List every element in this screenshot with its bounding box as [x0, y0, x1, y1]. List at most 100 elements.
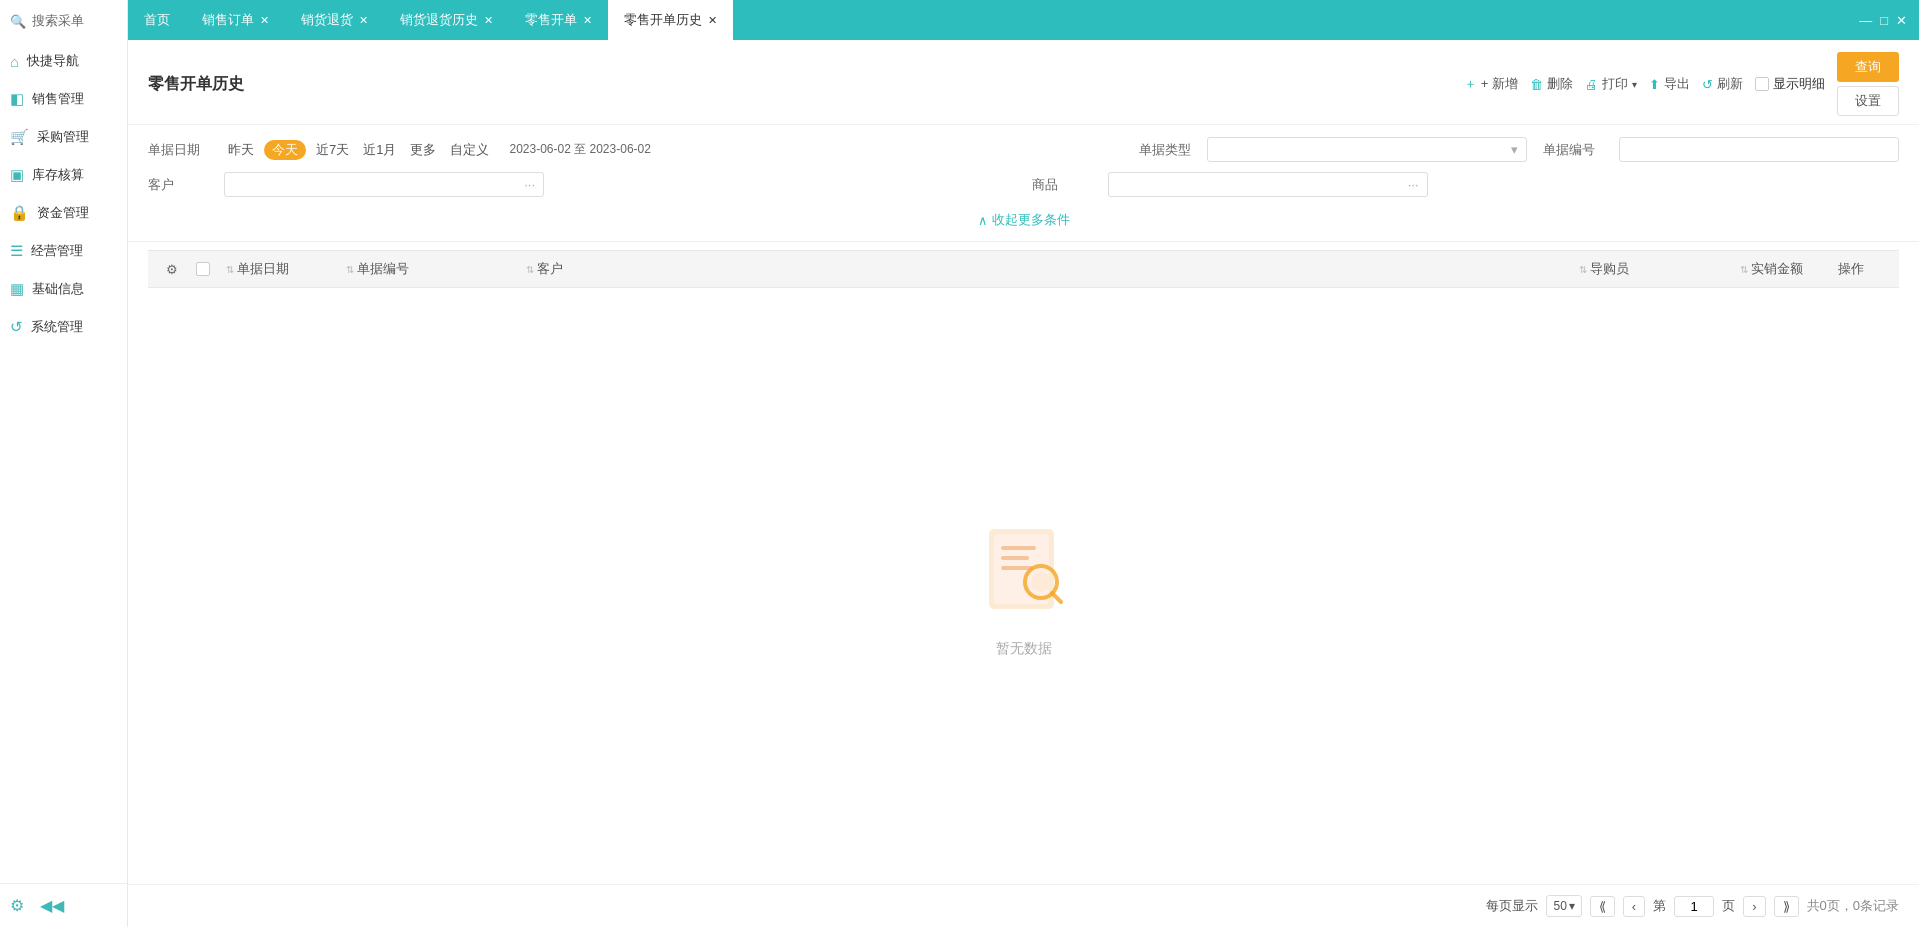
page-size-value: 50 — [1553, 899, 1566, 913]
date-opt-custom[interactable]: 自定义 — [446, 139, 493, 161]
sidebar-item-kuaijie[interactable]: ⌂ 快捷导航 — [0, 42, 127, 80]
home-icon: ⌂ — [10, 53, 19, 70]
select-all-checkbox[interactable] — [196, 262, 210, 276]
tab-sales-order-close[interactable]: ✕ — [260, 14, 269, 27]
print-label: 打印 — [1602, 75, 1628, 93]
bottom-collapse-icon[interactable]: ◀◀ — [40, 896, 64, 915]
filter-row-2: 客户 ··· 商品 ··· — [148, 172, 1899, 197]
tab-retail-open-label: 零售开单 — [525, 11, 577, 29]
sort-icon: ⇅ — [526, 264, 534, 275]
th-date-label: 单据日期 — [237, 260, 289, 278]
tab-sales-return-history[interactable]: 销货退货历史 ✕ — [384, 0, 509, 40]
setting-button[interactable]: 设置 — [1837, 86, 1899, 116]
th-customer[interactable]: ⇅ 客户 — [518, 260, 1571, 278]
page-next-btn[interactable]: › — [1743, 896, 1765, 917]
refresh-label: 刷新 — [1717, 75, 1743, 93]
product-select[interactable]: ··· — [1108, 172, 1428, 197]
delete-button[interactable]: 🗑 删除 — [1530, 75, 1573, 93]
tab-sales-order-label: 销售订单 — [202, 11, 254, 29]
date-opt-yesterday[interactable]: 昨天 — [224, 139, 258, 161]
info-icon: ▦ — [10, 280, 24, 298]
empty-icon — [969, 514, 1079, 624]
th-amount[interactable]: ⇅ 实销金额 — [1691, 260, 1811, 278]
inventory-icon: ▣ — [10, 166, 24, 184]
page-first-btn[interactable]: ⟪ — [1590, 896, 1615, 917]
tab-sales-order[interactable]: 销售订单 ✕ — [186, 0, 285, 40]
total-info: 共0页，0条记录 — [1807, 897, 1899, 915]
close-btn[interactable]: ✕ — [1896, 13, 1907, 28]
tab-sales-return-close[interactable]: ✕ — [359, 14, 368, 27]
tab-retail-open-close[interactable]: ✕ — [583, 14, 592, 27]
customer-select[interactable]: ··· — [224, 172, 544, 197]
doc-type-filter-label: 单据类型 — [1131, 141, 1191, 159]
tab-sales-return[interactable]: 销货退货 ✕ — [285, 0, 384, 40]
date-opt-today[interactable]: 今天 — [264, 140, 306, 160]
sidebar-item-xiaoshou[interactable]: ◧ 销售管理 — [0, 80, 127, 118]
doc-type-arrow: ▾ — [1511, 142, 1518, 157]
sidebar-item-jichu[interactable]: ▦ 基础信息 — [0, 270, 127, 308]
sort-icon: ⇅ — [1579, 264, 1587, 275]
page-prev-btn[interactable]: ‹ — [1623, 896, 1645, 917]
th-num-label: 单据编号 — [357, 260, 409, 278]
tab-retail-open-history-label: 零售开单历史 — [624, 11, 702, 29]
query-button[interactable]: 查询 — [1837, 52, 1899, 82]
table-check-all[interactable] — [188, 262, 218, 276]
page-number-input[interactable] — [1674, 896, 1714, 917]
tab-sales-return-history-close[interactable]: ✕ — [484, 14, 493, 27]
bottom-gear-icon[interactable]: ⚙ — [10, 896, 24, 915]
sidebar-item-kucun[interactable]: ▣ 库存核算 — [0, 156, 127, 194]
doc-type-select[interactable]: ▾ — [1207, 137, 1527, 162]
doc-num-filter-label: 单据编号 — [1543, 141, 1603, 159]
th-date[interactable]: ⇅ 单据日期 — [218, 260, 338, 278]
display-detail-toggle[interactable]: 显示明细 — [1755, 75, 1825, 93]
date-opt-7days[interactable]: 近7天 — [312, 139, 353, 161]
page-last-btn[interactable]: ⟫ — [1774, 896, 1799, 917]
toolbar: ＋ + 新增 🗑 删除 🖨 打印 ▾ ⬆ 导出 ↺ — [1464, 52, 1899, 116]
refresh-button[interactable]: ↺ 刷新 — [1702, 75, 1743, 93]
table-settings-icon[interactable]: ⚙ — [156, 262, 188, 277]
page-size-select[interactable]: 50 ▾ — [1546, 895, 1581, 917]
add-button[interactable]: ＋ + 新增 — [1464, 75, 1518, 93]
date-opt-more[interactable]: 更多 — [406, 139, 440, 161]
sidebar-item-zijin[interactable]: 🔒 资金管理 — [0, 194, 127, 232]
tab-retail-open-history[interactable]: 零售开单历史 ✕ — [608, 0, 733, 40]
minimize-btn[interactable]: — — [1859, 13, 1872, 28]
collapse-label: 收起更多条件 — [992, 211, 1070, 229]
collapse-filter-btn[interactable]: ∧ 收起更多条件 — [978, 211, 1070, 229]
sidebar-item-caigou[interactable]: 🛒 采购管理 — [0, 118, 127, 156]
svg-rect-2 — [1001, 546, 1036, 550]
tab-retail-open[interactable]: 零售开单 ✕ — [509, 0, 608, 40]
tab-home[interactable]: 首页 — [128, 0, 186, 40]
sidebar-item-jingying[interactable]: ☰ 经营管理 — [0, 232, 127, 270]
maximize-btn[interactable]: □ — [1880, 13, 1888, 28]
th-customer-label: 客户 — [537, 260, 563, 278]
sidebar-item-label: 资金管理 — [37, 204, 89, 222]
management-icon: ☰ — [10, 242, 23, 260]
sidebar-item-xitong[interactable]: ↺ 系统管理 — [0, 308, 127, 346]
display-detail-checkbox[interactable] — [1755, 77, 1769, 91]
display-detail-label: 显示明细 — [1773, 75, 1825, 93]
doc-num-input[interactable] — [1619, 137, 1899, 162]
date-filter-label: 单据日期 — [148, 141, 208, 159]
page-unit: 页 — [1722, 897, 1735, 915]
tab-retail-open-history-close[interactable]: ✕ — [708, 14, 717, 27]
collapse-arrow-icon: ∧ — [978, 213, 988, 228]
tab-sales-return-label: 销货退货 — [301, 11, 353, 29]
th-num[interactable]: ⇅ 单据编号 — [338, 260, 518, 278]
svg-rect-3 — [1001, 556, 1029, 560]
sidebar-search[interactable]: 🔍 搜索采单 — [0, 0, 127, 42]
page-label: 第 — [1653, 897, 1666, 915]
th-guide[interactable]: ⇅ 导购员 — [1571, 260, 1691, 278]
delete-icon: 🗑 — [1530, 77, 1543, 92]
sidebar-item-label: 快捷导航 — [27, 52, 79, 70]
th-guide-label: 导购员 — [1590, 260, 1629, 278]
print-icon: 🖨 — [1585, 77, 1598, 92]
export-button[interactable]: ⬆ 导出 — [1649, 75, 1690, 93]
sort-icon: ⇅ — [226, 264, 234, 275]
system-icon: ↺ — [10, 318, 23, 336]
date-opt-1month[interactable]: 近1月 — [359, 139, 400, 161]
page-header: 零售开单历史 ＋ + 新增 🗑 删除 🖨 打印 ▾ ⬆ 导出 — [128, 40, 1919, 125]
product-dots: ··· — [1408, 177, 1419, 192]
add-label: + 新增 — [1481, 75, 1518, 93]
print-button[interactable]: 🖨 打印 ▾ — [1585, 75, 1637, 93]
